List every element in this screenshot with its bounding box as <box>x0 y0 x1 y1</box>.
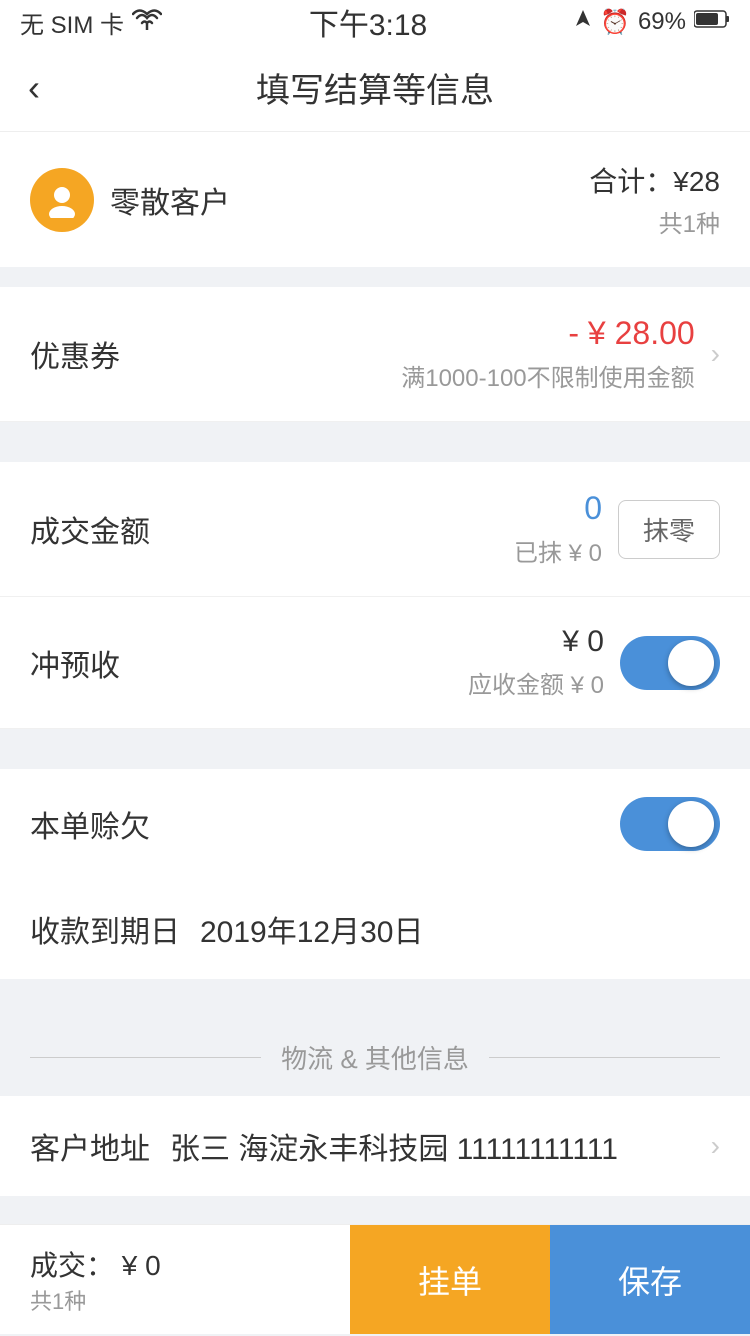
customer-count: 共1种 <box>589 204 720 239</box>
address-value: 张三 海淀永丰科技园 11111111111 <box>170 1124 691 1168</box>
debt-label: 本单赊欠 <box>30 802 150 846</box>
hold-button[interactable]: 挂单 <box>350 1225 550 1334</box>
customer-total: 合计：¥28 <box>589 160 720 200</box>
prepayment-toggle[interactable] <box>620 636 720 690</box>
no-sim-text: 无 SIM 卡 <box>20 5 124 40</box>
debt-toggle[interactable] <box>620 797 720 851</box>
avatar <box>30 168 94 232</box>
customer-left: 零散客户 <box>30 168 230 232</box>
logistics-header-line: 物流 & 其他信息 <box>30 1039 720 1076</box>
debt-toggle-knob <box>668 801 714 847</box>
coupon-chevron-icon: › <box>711 338 720 370</box>
transaction-row: 成交金额 0 已抹 ¥ 0 抹零 <box>0 462 750 597</box>
status-time: 下午3:18 <box>309 0 427 44</box>
save-button[interactable]: 保存 <box>550 1225 750 1334</box>
status-left: 无 SIM 卡 <box>20 5 162 40</box>
bottom-bar: 成交： ¥ 0 共1种 挂单 保存 <box>0 1224 750 1334</box>
transaction-value: 0 <box>514 490 602 527</box>
coupon-row[interactable]: 优惠券 - ¥ 28.00 满1000-100不限制使用金额 › <box>0 287 750 422</box>
due-date-row: 收款到期日 2019年12月30日 <box>0 879 750 979</box>
section-divider-1 <box>0 442 750 462</box>
address-section: 客户地址 张三 海淀永丰科技园 11111111111 › <box>0 1096 750 1196</box>
bottom-info: 成交： ¥ 0 共1种 <box>0 1244 350 1316</box>
due-date-label: 收款到期日 <box>30 907 180 951</box>
debt-row: 本单赊欠 <box>0 769 750 879</box>
logistics-header: 物流 & 其他信息 <box>0 1019 750 1096</box>
transaction-right: 0 已抹 ¥ 0 抹零 <box>514 490 720 568</box>
battery-percent: 69% <box>638 8 686 36</box>
bottom-total: 成交： ¥ 0 <box>30 1244 320 1284</box>
status-bar: 无 SIM 卡 下午3:18 ⏰ 69% <box>0 0 750 44</box>
coupon-label: 优惠券 <box>30 332 120 376</box>
coupon-sub: 满1000-100不限制使用金额 <box>401 358 694 393</box>
prepayment-right: ¥ 0 应收金额 ¥ 0 <box>468 625 720 700</box>
coupon-right: - ¥ 28.00 满1000-100不限制使用金额 › <box>401 315 720 393</box>
bottom-total-value: ¥ 0 <box>122 1250 161 1281</box>
customer-right: 合计：¥28 共1种 <box>589 160 720 239</box>
address-row[interactable]: 客户地址 张三 海淀永丰科技园 11111111111 › <box>0 1096 750 1196</box>
page-title: 填写结算等信息 <box>256 63 494 112</box>
coupon-section: 优惠券 - ¥ 28.00 满1000-100不限制使用金额 › <box>0 287 750 422</box>
coupon-value: - ¥ 28.00 <box>401 315 694 352</box>
content-area: 零散客户 合计：¥28 共1种 优惠券 - ¥ 28.00 满1000-100不… <box>0 132 750 1336</box>
alarm-icon: ⏰ <box>600 8 630 37</box>
due-date-value[interactable]: 2019年12月30日 <box>200 907 423 951</box>
address-label: 客户地址 <box>30 1124 150 1168</box>
transaction-label: 成交金额 <box>30 507 150 551</box>
debt-section: 本单赊欠 收款到期日 2019年12月30日 <box>0 769 750 979</box>
status-right: ⏰ 69% <box>574 8 730 37</box>
bottom-buttons: 挂单 保存 <box>350 1225 750 1334</box>
prepayment-row: 冲预收 ¥ 0 应收金额 ¥ 0 <box>0 597 750 729</box>
round-zero-button[interactable]: 抹零 <box>618 500 720 559</box>
back-button[interactable]: ‹ <box>28 67 40 109</box>
prepayment-value: ¥ 0 <box>468 625 604 659</box>
debt-right <box>620 797 720 851</box>
transaction-sub: 已抹 ¥ 0 <box>514 533 602 568</box>
nav-bar: ‹ 填写结算等信息 <box>0 44 750 132</box>
section-divider-3 <box>0 999 750 1019</box>
location-icon <box>574 8 592 37</box>
wifi-icon <box>132 8 162 37</box>
logistics-label: 物流 & 其他信息 <box>281 1039 469 1076</box>
toggle-knob <box>668 640 714 686</box>
prepayment-label: 冲预收 <box>30 641 120 685</box>
customer-row: 零散客户 合计：¥28 共1种 <box>0 132 750 267</box>
prepayment-sub: 应收金额 ¥ 0 <box>468 665 604 700</box>
address-chevron-icon: › <box>711 1130 720 1162</box>
section-divider-2 <box>0 749 750 769</box>
battery-icon <box>694 8 730 36</box>
bottom-count: 共1种 <box>30 1284 320 1316</box>
transaction-section: 成交金额 0 已抹 ¥ 0 抹零 冲预收 ¥ 0 应收金额 ¥ 0 <box>0 462 750 729</box>
bottom-total-label: 成交： <box>30 1250 114 1281</box>
customer-name: 零散客户 <box>110 178 230 222</box>
